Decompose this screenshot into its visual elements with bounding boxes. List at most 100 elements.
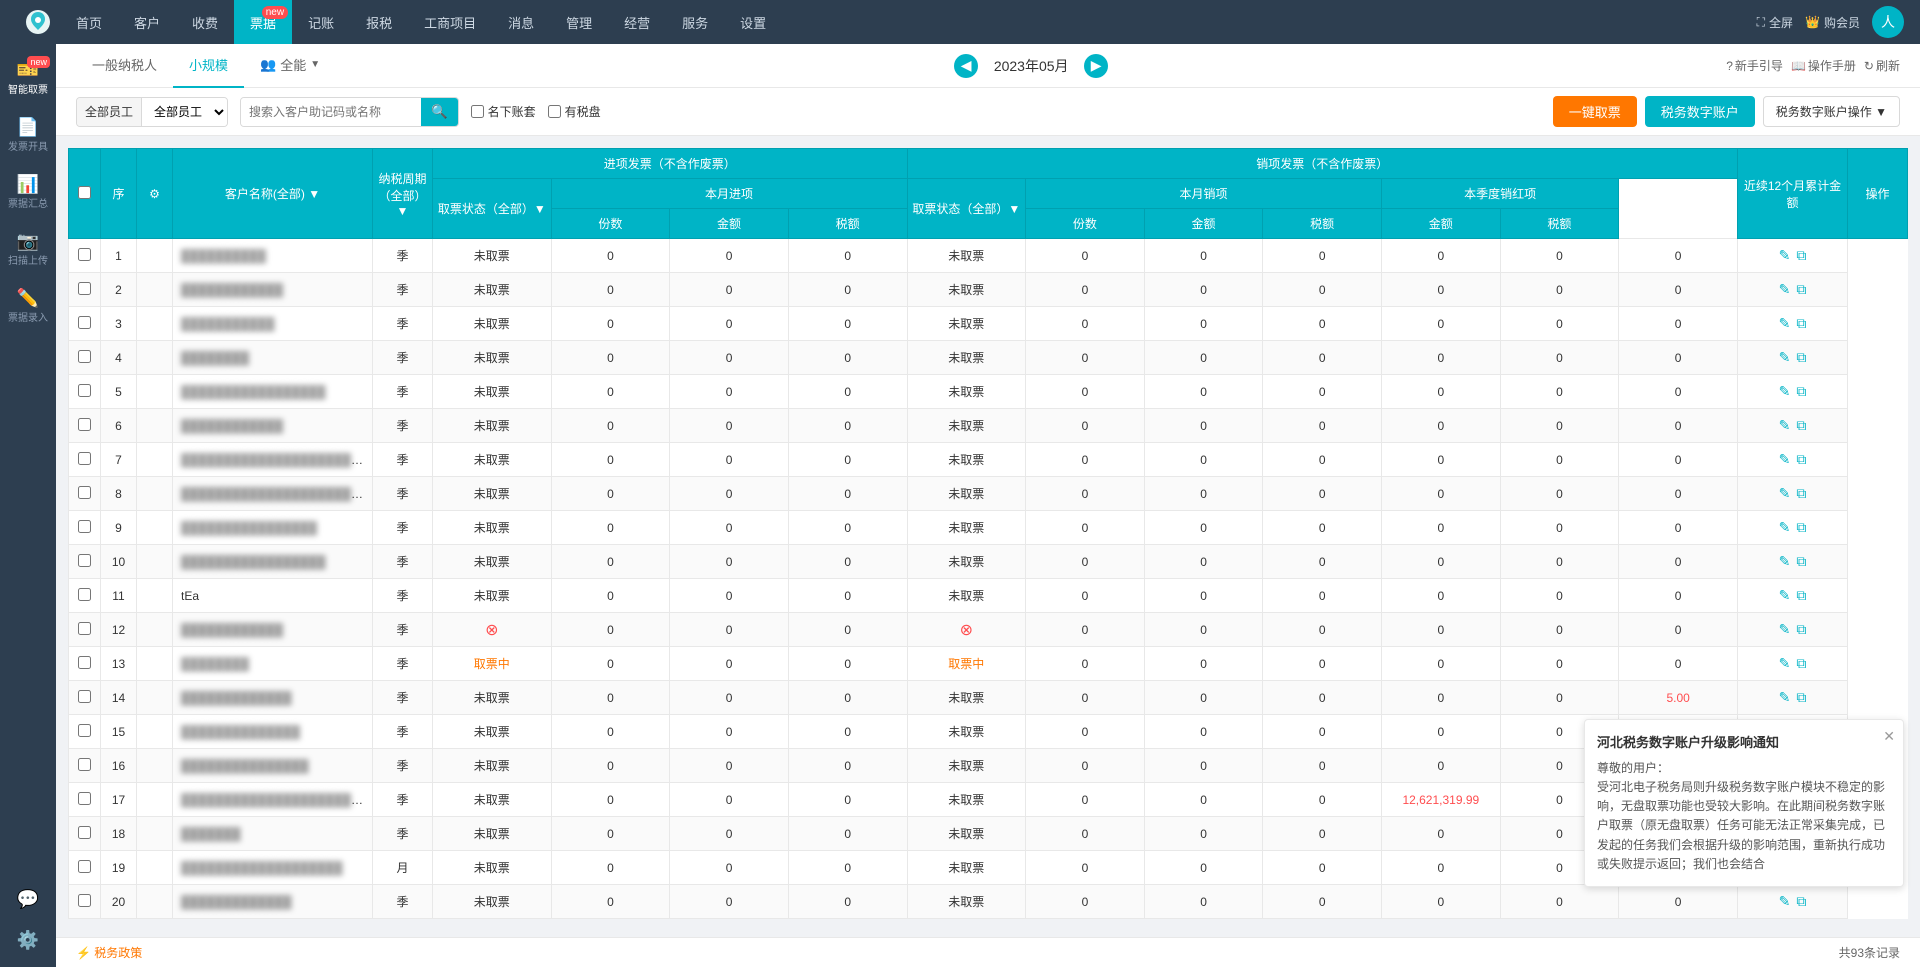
row-checkbox[interactable] [78, 350, 91, 363]
app-logo[interactable] [16, 0, 60, 44]
row-checkbox-cell[interactable] [69, 749, 101, 783]
sidebar-item-gear[interactable]: ⚙️ [2, 922, 54, 959]
nav-ticket[interactable]: 票据 new [234, 0, 292, 44]
tab-general-taxpayer[interactable]: 一般纳税人 [76, 44, 173, 88]
nav-message[interactable]: 消息 [492, 0, 550, 44]
row-checkbox-cell[interactable] [69, 817, 101, 851]
edit-icon[interactable]: ✎ [1779, 553, 1791, 570]
select-all-checkbox[interactable] [78, 186, 91, 199]
tab-all[interactable]: 👥 全能 ▼ [244, 44, 336, 88]
header-sales-status[interactable]: 取票状态（全部）▼ [907, 179, 1026, 239]
row-checkbox[interactable] [78, 656, 91, 669]
row-checkbox[interactable] [78, 894, 91, 907]
edit-icon[interactable]: ✎ [1779, 281, 1791, 298]
date-prev-button[interactable]: ◀ [954, 54, 978, 78]
row-checkbox[interactable] [78, 248, 91, 261]
edit-icon[interactable]: ✎ [1779, 451, 1791, 468]
nav-service[interactable]: 服务 [666, 0, 724, 44]
row-checkbox-cell[interactable] [69, 613, 101, 647]
sidebar-item-invoice-open[interactable]: 📄 发票开具 [2, 109, 54, 162]
row-checkbox[interactable] [78, 282, 91, 295]
vip-button[interactable]: 👑 购会员 [1805, 14, 1860, 31]
tax-policy-link[interactable]: ⚡ 税务政策 [76, 944, 142, 961]
nav-operation[interactable]: 经营 [608, 0, 666, 44]
employee-select[interactable]: 全部员工 全部员工 [76, 97, 228, 127]
copy-icon[interactable]: ⧉ [1796, 553, 1806, 570]
edit-icon[interactable]: ✎ [1779, 485, 1791, 502]
checkbox-has-tax-disk[interactable]: 有税盘 [548, 103, 601, 120]
row-checkbox[interactable] [78, 486, 91, 499]
row-checkbox-cell[interactable] [69, 885, 101, 919]
sidebar-item-ticket-entry[interactable]: ✏️ 票据录入 [2, 280, 54, 333]
header-settings-col[interactable]: ⚙ [137, 149, 173, 239]
edit-icon[interactable]: ✎ [1779, 893, 1791, 910]
nav-tax[interactable]: 报税 [350, 0, 408, 44]
row-checkbox-cell[interactable] [69, 545, 101, 579]
fullscreen-button[interactable]: ⛶ 全屏 [1757, 14, 1793, 31]
edit-icon[interactable]: ✎ [1779, 247, 1791, 264]
header-red-tax[interactable]: 税额 [1500, 209, 1619, 239]
row-checkbox-cell[interactable] [69, 239, 101, 273]
copy-icon[interactable]: ⧉ [1796, 519, 1806, 536]
nav-manage[interactable]: 管理 [550, 0, 608, 44]
row-checkbox-cell[interactable] [69, 579, 101, 613]
edit-icon[interactable]: ✎ [1779, 621, 1791, 638]
tab-small-scale[interactable]: 小规模 [173, 44, 244, 88]
row-checkbox[interactable] [78, 792, 91, 805]
copy-icon[interactable]: ⧉ [1796, 417, 1806, 434]
header-in-tax[interactable]: 税额 [788, 209, 907, 239]
row-checkbox-cell[interactable] [69, 715, 101, 749]
header-sales-amount[interactable]: 金额 [1144, 209, 1263, 239]
row-checkbox-cell[interactable] [69, 681, 101, 715]
sidebar-item-scan-upload[interactable]: 📷 扫描上传 [2, 223, 54, 276]
tax-digital-account-button[interactable]: 税务数字账户 [1645, 96, 1755, 127]
row-checkbox-cell[interactable] [69, 341, 101, 375]
edit-icon[interactable]: ✎ [1779, 519, 1791, 536]
copy-icon[interactable]: ⧉ [1796, 383, 1806, 400]
header-sales-tax[interactable]: 税额 [1263, 209, 1382, 239]
nav-settings[interactable]: 设置 [724, 0, 782, 44]
search-input[interactable] [241, 98, 421, 126]
edit-icon[interactable]: ✎ [1779, 689, 1791, 706]
header-in-count[interactable]: 份数 [551, 209, 670, 239]
has-tax-disk-checkbox[interactable] [548, 105, 561, 118]
header-sales-count[interactable]: 份数 [1026, 209, 1145, 239]
sidebar-item-ticket-summary[interactable]: 📊 票据汇总 [2, 166, 54, 219]
row-checkbox[interactable] [78, 452, 91, 465]
edit-icon[interactable]: ✎ [1779, 349, 1791, 366]
row-checkbox[interactable] [78, 758, 91, 771]
one-key-ticket-button[interactable]: 一键取票 [1553, 96, 1637, 127]
copy-icon[interactable]: ⧉ [1796, 315, 1806, 332]
user-avatar[interactable]: 人 [1872, 6, 1904, 38]
copy-icon[interactable]: ⧉ [1796, 451, 1806, 468]
header-period-col[interactable]: 纳税周期（全部）▼ [373, 149, 433, 239]
checkbox-under-account[interactable]: 名下账套 [471, 103, 536, 120]
edit-icon[interactable]: ✎ [1779, 383, 1791, 400]
row-checkbox-cell[interactable] [69, 307, 101, 341]
copy-icon[interactable]: ⧉ [1796, 587, 1806, 604]
row-checkbox-cell[interactable] [69, 409, 101, 443]
edit-icon[interactable]: ✎ [1779, 587, 1791, 604]
row-checkbox[interactable] [78, 588, 91, 601]
new-guide-button[interactable]: ? 新手引导 [1726, 57, 1783, 74]
row-checkbox-cell[interactable] [69, 511, 101, 545]
copy-icon[interactable]: ⧉ [1796, 247, 1806, 264]
row-checkbox[interactable] [78, 622, 91, 635]
nav-customer[interactable]: 客户 [118, 0, 176, 44]
row-checkbox[interactable] [78, 418, 91, 431]
header-in-amount[interactable]: 金额 [670, 209, 789, 239]
manual-button[interactable]: 📖 操作手册 [1791, 57, 1856, 74]
edit-icon[interactable]: ✎ [1779, 315, 1791, 332]
sidebar-item-smart-ticket[interactable]: 🎫 智能取票 new [2, 52, 54, 105]
nav-accounting[interactable]: 记账 [292, 0, 350, 44]
row-checkbox[interactable] [78, 316, 91, 329]
nav-business[interactable]: 工商项目 [408, 0, 492, 44]
row-checkbox[interactable] [78, 520, 91, 533]
nav-home[interactable]: 首页 [60, 0, 118, 44]
row-checkbox-cell[interactable] [69, 443, 101, 477]
header-customer-col[interactable]: 客户名称(全部) ▼ [173, 149, 373, 239]
under-account-checkbox[interactable] [471, 105, 484, 118]
tax-operation-dropdown-button[interactable]: 税务数字账户操作 ▼ [1763, 96, 1900, 127]
header-in-status[interactable]: 取票状态（全部）▼ [433, 179, 552, 239]
row-checkbox-cell[interactable] [69, 477, 101, 511]
